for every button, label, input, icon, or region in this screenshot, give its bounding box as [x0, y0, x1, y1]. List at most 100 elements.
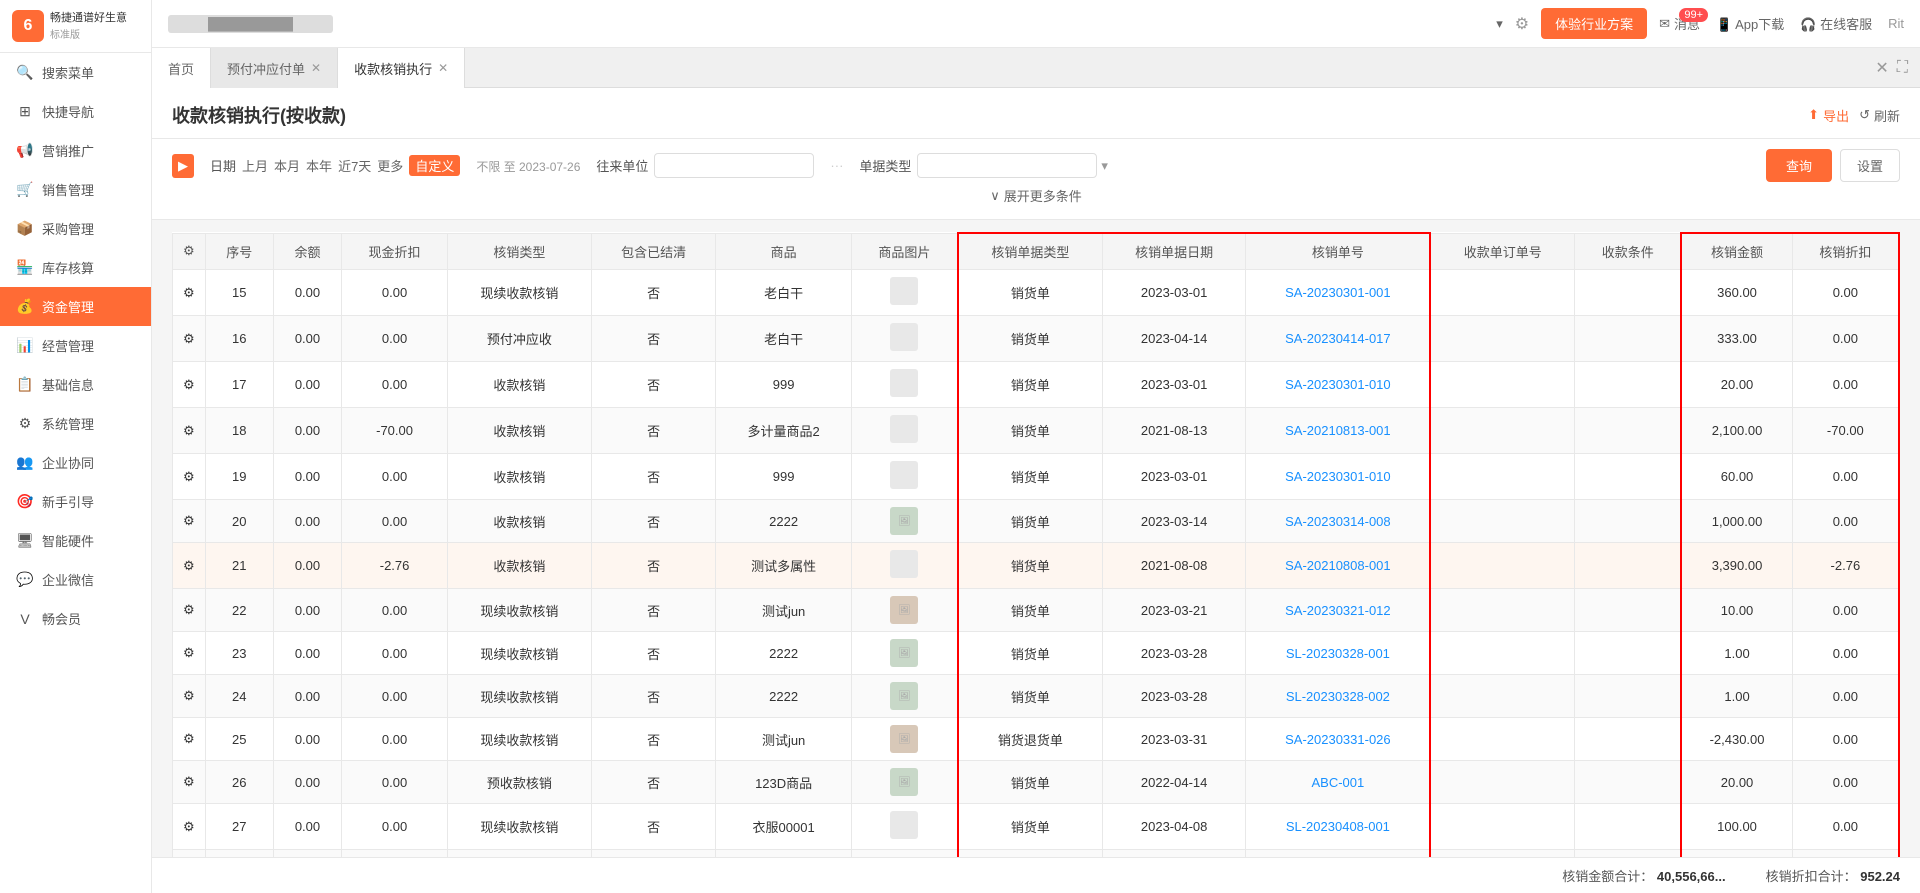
cell-bill_no[interactable]: SA-20230301-010: [1246, 454, 1430, 500]
date-more[interactable]: 更多: [377, 156, 403, 175]
row-settings-icon[interactable]: ⚙: [173, 500, 206, 543]
settings-icon[interactable]: ⚙: [1515, 14, 1529, 34]
sidebar: 6 畅捷通谱好生意 标准版 🔍 搜索菜单 ⊞ 快捷导航 📢 营销推广 🛒 销售管…: [0, 0, 152, 893]
date-last-month[interactable]: 上月: [242, 156, 268, 175]
row-settings-icon[interactable]: ⚙: [173, 761, 206, 804]
row-settings-icon[interactable]: ⚙: [173, 362, 206, 408]
date-this-month[interactable]: 本月: [274, 156, 300, 175]
sidebar-item-marketing[interactable]: 📢 营销推广: [0, 131, 151, 170]
export-icon: ⬆: [1808, 107, 1819, 123]
tab-close-collect[interactable]: ✕: [438, 61, 448, 75]
sidebar-item-inventory[interactable]: 🏪 库存核算: [0, 248, 151, 287]
cell-bill_no[interactable]: SL-20230328-001: [1246, 632, 1430, 675]
sidebar-item-basic[interactable]: 📋 基础信息: [0, 365, 151, 404]
bill-no-link[interactable]: SA-20230301-010: [1285, 377, 1391, 392]
cell-goods: 2222: [716, 500, 851, 543]
expand-conditions-button[interactable]: ∨ 展开更多条件: [990, 186, 1082, 205]
bill-no-link[interactable]: ABC-001: [1312, 775, 1365, 790]
row-settings-icon[interactable]: ⚙: [173, 850, 206, 858]
cell-goods: 测试多属性: [716, 543, 851, 589]
sidebar-item-operation[interactable]: 📊 经营管理: [0, 326, 151, 365]
cell-cash_discount: 0.00: [342, 850, 448, 858]
bill-no-link[interactable]: SA-20210813-001: [1285, 423, 1391, 438]
row-settings-icon[interactable]: ⚙: [173, 675, 206, 718]
date-this-year[interactable]: 本年: [306, 156, 332, 175]
row-settings-icon[interactable]: ⚙: [173, 408, 206, 454]
filter-settings-button[interactable]: 设置: [1840, 149, 1900, 182]
cell-bill_no[interactable]: ABC-001: [1246, 761, 1430, 804]
bill-no-link[interactable]: SL-20230328-002: [1286, 689, 1390, 704]
settings-gear-icon[interactable]: ⚙: [183, 243, 195, 258]
th-receipt_cond: 收款条件: [1575, 233, 1682, 270]
cell-bill_no[interactable]: SA-20230414-017: [1246, 316, 1430, 362]
cell-bill_no[interactable]: SL-20230418-001: [1246, 850, 1430, 858]
tab-close-prepay[interactable]: ✕: [311, 61, 321, 75]
filter-toggle-btn[interactable]: ▶: [172, 154, 194, 178]
export-button[interactable]: ⬆ 导出: [1808, 106, 1849, 125]
sidebar-item-guide[interactable]: 🎯 新手引导: [0, 482, 151, 521]
sidebar-item-wechat[interactable]: 💬 企业微信: [0, 560, 151, 599]
refresh-button[interactable]: ↺ 刷新: [1859, 106, 1900, 125]
tab-home[interactable]: 首页: [152, 48, 211, 88]
cell-cancel_type: 现续收款核销: [448, 589, 592, 632]
footer-total-amount: 核销金额合计： 40,556,66...: [1562, 866, 1725, 885]
receipt-type-dropdown-icon[interactable]: ▾: [1101, 158, 1108, 174]
cell-bill_no[interactable]: SL-20230328-002: [1246, 675, 1430, 718]
sidebar-label-member: 畅会员: [42, 609, 81, 628]
bill-no-link[interactable]: SA-20230331-026: [1285, 732, 1391, 747]
cell-bill_no[interactable]: SL-20230408-001: [1246, 804, 1430, 850]
sidebar-item-search[interactable]: 🔍 搜索菜单: [0, 53, 151, 92]
cell-goods: 多计量商品2: [716, 408, 851, 454]
bill-no-link[interactable]: SA-20230414-017: [1285, 331, 1391, 346]
app-download-link[interactable]: 📱 App下载: [1716, 14, 1784, 33]
bill-no-link[interactable]: SA-20230321-012: [1285, 603, 1391, 618]
bill-no-link[interactable]: SA-20210808-001: [1285, 558, 1391, 573]
industry-button[interactable]: 体验行业方案: [1541, 8, 1647, 39]
row-settings-icon[interactable]: ⚙: [173, 718, 206, 761]
sidebar-item-finance[interactable]: 💰 资金管理: [0, 287, 151, 326]
sidebar-item-hardware[interactable]: 🖥 智能硬件: [0, 521, 151, 560]
maximize-icon[interactable]: ⛶: [1897, 59, 1908, 77]
row-settings-icon[interactable]: ⚙: [173, 804, 206, 850]
bill-no-link[interactable]: SL-20230408-001: [1286, 819, 1390, 834]
bill-no-link[interactable]: SL-20230328-001: [1286, 646, 1390, 661]
bill-no-link[interactable]: SA-20230314-008: [1285, 514, 1391, 529]
cell-bill_no[interactable]: SA-20230314-008: [1246, 500, 1430, 543]
sidebar-item-member[interactable]: V 畅会员: [0, 599, 151, 638]
sidebar-item-collab[interactable]: 👥 企业协同: [0, 443, 151, 482]
topbar-dropdown[interactable]: ▾: [1496, 16, 1503, 32]
cell-bill_no[interactable]: SA-20230301-010: [1246, 362, 1430, 408]
cell-bill_no[interactable]: SA-20210808-001: [1246, 543, 1430, 589]
goods-image: [890, 323, 918, 351]
query-button[interactable]: 查询: [1766, 149, 1832, 182]
tab-prepay[interactable]: 预付冲应付单✕: [211, 48, 338, 88]
cell-bill_no[interactable]: SA-20230331-026: [1246, 718, 1430, 761]
sidebar-item-purchase[interactable]: 📦 采购管理: [0, 209, 151, 248]
message-icon-area[interactable]: ✉ 消息 99+: [1659, 14, 1700, 33]
row-settings-icon[interactable]: ⚙: [173, 632, 206, 675]
date-custom[interactable]: 自定义: [409, 155, 460, 176]
sidebar-item-system[interactable]: ⚙ 系统管理: [0, 404, 151, 443]
cell-bill_no[interactable]: SA-20210813-001: [1246, 408, 1430, 454]
bill-no-link[interactable]: SA-20230301-010: [1285, 469, 1391, 484]
row-settings-icon[interactable]: ⚙: [173, 589, 206, 632]
cell-seq: 23: [205, 632, 273, 675]
cell-balance: 0.00: [273, 316, 341, 362]
bill-no-link[interactable]: SA-20230301-001: [1285, 285, 1391, 300]
row-settings-icon[interactable]: ⚙: [173, 543, 206, 589]
row-settings-icon[interactable]: ⚙: [173, 270, 206, 316]
online-service-link[interactable]: 🎧 在线客服: [1800, 14, 1872, 33]
cell-bill_no[interactable]: SA-20230321-012: [1246, 589, 1430, 632]
row-settings-icon[interactable]: ⚙: [173, 316, 206, 362]
sidebar-item-sales[interactable]: 🛒 销售管理: [0, 170, 151, 209]
user-name[interactable]: Rit: [1888, 16, 1904, 31]
close-all-icon[interactable]: ✕: [1875, 58, 1888, 78]
row-settings-icon[interactable]: ⚙: [173, 454, 206, 500]
date-7days[interactable]: 近7天: [338, 156, 371, 175]
cell-bill_no[interactable]: SA-20230301-001: [1246, 270, 1430, 316]
sidebar-item-quicknav[interactable]: ⊞ 快捷导航: [0, 92, 151, 131]
cell-goods: 测试jun: [716, 589, 851, 632]
tab-collect[interactable]: 收款核销执行✕: [338, 48, 465, 88]
from-unit-input[interactable]: [654, 153, 814, 178]
receipt-type-input[interactable]: [917, 153, 1097, 178]
